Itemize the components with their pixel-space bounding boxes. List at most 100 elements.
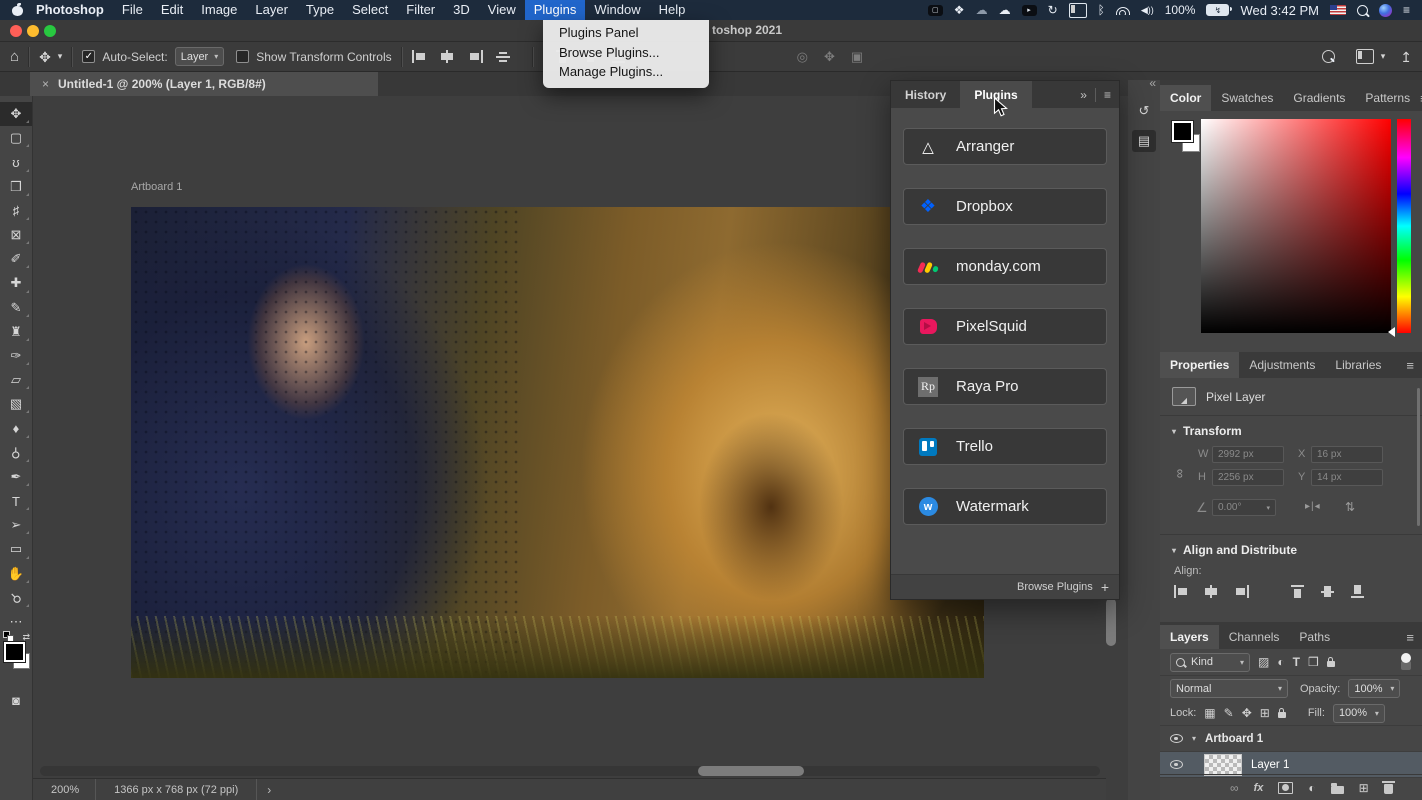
- lock-artboard-icon[interactable]: ⊞: [1260, 706, 1270, 720]
- cloud-grey-icon[interactable]: ☁: [976, 4, 988, 16]
- menu-item-browse-plugins[interactable]: Browse Plugins...: [543, 43, 709, 63]
- menu-type[interactable]: Type: [297, 0, 343, 20]
- tab-libraries[interactable]: Libraries: [1325, 352, 1391, 378]
- pan-3d-icon[interactable]: ✥: [824, 50, 835, 63]
- auto-select-target-select[interactable]: Layer ▾: [174, 47, 225, 66]
- dolly-3d-icon[interactable]: ▣: [851, 50, 863, 63]
- align-horizontal-centers-icon[interactable]: [440, 50, 455, 63]
- close-window-button[interactable]: [10, 25, 22, 37]
- flip-vertical-icon[interactable]: ⇅: [1345, 500, 1356, 514]
- blur-tool[interactable]: ♦: [0, 416, 32, 440]
- zoom-level-field[interactable]: 200%: [33, 784, 95, 796]
- camera-app-icon[interactable]: ▸: [1021, 4, 1037, 16]
- zoom-window-button[interactable]: [44, 25, 56, 37]
- layer-row-artboard[interactable]: ▾ Artboard 1: [1160, 726, 1422, 752]
- pen-tool[interactable]: ✒: [0, 465, 32, 489]
- foreground-color-swatch[interactable]: [1171, 120, 1194, 143]
- menu-filter[interactable]: Filter: [397, 0, 444, 20]
- menu-view[interactable]: View: [479, 0, 525, 20]
- tab-color[interactable]: Color: [1160, 85, 1212, 111]
- tab-gradients[interactable]: Gradients: [1283, 85, 1355, 111]
- x-field[interactable]: 16 px: [1311, 446, 1383, 463]
- minimize-window-button[interactable]: [27, 25, 39, 37]
- menu-photoshop[interactable]: Photoshop: [27, 0, 113, 20]
- width-field[interactable]: 2992 px: [1212, 446, 1284, 463]
- filter-adjustment-layers-icon[interactable]: ◐: [1277, 655, 1284, 669]
- collapse-panel-icon[interactable]: »: [1080, 88, 1087, 102]
- panel-scrollbar[interactable]: [1417, 388, 1420, 526]
- adjustment-layer-icon[interactable]: ◐: [1308, 781, 1315, 795]
- tab-channels[interactable]: Channels: [1219, 625, 1290, 649]
- move-tool[interactable]: ✥: [0, 102, 32, 127]
- plugin-item-watermark[interactable]: w Watermark: [903, 488, 1107, 525]
- filter-pixel-layers-icon[interactable]: ▨: [1258, 655, 1269, 669]
- home-icon[interactable]: ⌂: [10, 49, 19, 64]
- object-selection-tool[interactable]: ❒: [0, 175, 32, 199]
- tab-history[interactable]: History: [891, 81, 960, 108]
- share-icon[interactable]: ↥: [1400, 50, 1412, 64]
- plugin-item-arranger[interactable]: △ Arranger: [903, 128, 1107, 165]
- distribute-icon[interactable]: [495, 51, 510, 63]
- lock-position-icon[interactable]: ✥: [1242, 706, 1252, 720]
- align-left-icon[interactable]: [411, 50, 427, 63]
- crop-tool[interactable]: ♯: [0, 199, 32, 223]
- dodge-tool[interactable]: ⚲: [0, 441, 32, 465]
- tab-patterns[interactable]: Patterns: [1355, 85, 1420, 111]
- align-top-icon[interactable]: [1291, 585, 1306, 598]
- show-transform-checkbox[interactable]: [236, 50, 250, 63]
- layer-style-fx-icon[interactable]: fx: [1254, 782, 1264, 794]
- tab-adjustments[interactable]: Adjustments: [1239, 352, 1325, 378]
- workspace-switcher-icon[interactable]: [1355, 49, 1374, 64]
- apple-menu-icon[interactable]: [12, 3, 23, 16]
- panel-menu-icon[interactable]: ≡: [1406, 352, 1422, 378]
- layer-filter-toggle[interactable]: [1400, 653, 1412, 671]
- browse-plugins-button[interactable]: Browse Plugins +: [891, 574, 1119, 599]
- plugin-item-pixelsquid[interactable]: PixelSquid: [903, 308, 1107, 345]
- menu-select[interactable]: Select: [343, 0, 397, 20]
- new-group-icon[interactable]: [1330, 783, 1344, 794]
- fill-select[interactable]: 100% ▾: [1332, 703, 1385, 723]
- history-brush-tool[interactable]: ✑: [0, 344, 32, 368]
- document-tab[interactable]: × Untitled-1 @ 200% (Layer 1, RGB/8#): [30, 72, 378, 96]
- align-left-icon[interactable]: [1174, 585, 1189, 598]
- rectangle-tool[interactable]: ▭: [0, 537, 32, 561]
- lasso-tool[interactable]: ʊ: [0, 150, 32, 174]
- filter-type-layers-icon[interactable]: T: [1293, 655, 1300, 669]
- plugin-item-monday[interactable]: monday.com: [903, 248, 1107, 285]
- panel-menu-icon[interactable]: ≡: [1104, 88, 1111, 102]
- gradient-tool[interactable]: ▧: [0, 392, 32, 416]
- menu-plugins[interactable]: Plugins: [524, 0, 586, 20]
- path-selection-tool[interactable]: ➢: [0, 513, 32, 537]
- collapsed-history-panel-icon[interactable]: ↺: [1132, 100, 1156, 122]
- battery-icon[interactable]: ↯: [1206, 4, 1233, 16]
- plugin-item-trello[interactable]: Trello: [903, 428, 1107, 465]
- horizontal-scrollbar-track[interactable]: [40, 766, 1100, 776]
- tab-properties[interactable]: Properties: [1160, 352, 1240, 378]
- align-horizontal-centers-icon[interactable]: [1204, 585, 1219, 598]
- transform-section-header[interactable]: ▾ Transform: [1160, 416, 1422, 444]
- brush-tool[interactable]: ✎: [0, 296, 32, 320]
- blend-mode-select[interactable]: Normal ▾: [1170, 679, 1288, 698]
- close-tab-icon[interactable]: ×: [42, 77, 49, 91]
- chevron-down-icon[interactable]: ▾: [1381, 52, 1386, 61]
- wifi-icon[interactable]: [1115, 6, 1130, 15]
- foreground-background-swatches[interactable]: ⇄: [0, 631, 33, 676]
- hue-slider[interactable]: [1397, 119, 1411, 333]
- marquee-tool[interactable]: ▢: [0, 126, 32, 150]
- dropbox-status-icon[interactable]: ❖: [954, 4, 965, 16]
- healing-brush-tool[interactable]: ✚: [0, 271, 32, 295]
- filter-shape-layers-icon[interactable]: ❒: [1308, 655, 1319, 669]
- zoom-app-icon[interactable]: ▢: [927, 4, 943, 16]
- align-bottom-icon[interactable]: [1351, 585, 1366, 598]
- airplay-icon[interactable]: [1068, 2, 1087, 18]
- new-layer-icon[interactable]: ⊞: [1359, 781, 1369, 795]
- orbit-3d-icon[interactable]: ◎: [797, 50, 808, 63]
- eyedropper-tool[interactable]: ✐: [0, 247, 32, 271]
- menu-edit[interactable]: Edit: [152, 0, 192, 20]
- color-panel-swatches[interactable]: [1171, 120, 1202, 157]
- spotlight-search-icon[interactable]: [1356, 4, 1368, 16]
- height-field[interactable]: 2256 px: [1212, 469, 1284, 486]
- tab-swatches[interactable]: Swatches: [1211, 85, 1283, 111]
- opacity-select[interactable]: 100% ▾: [1348, 679, 1401, 698]
- tab-layers[interactable]: Layers: [1160, 625, 1219, 649]
